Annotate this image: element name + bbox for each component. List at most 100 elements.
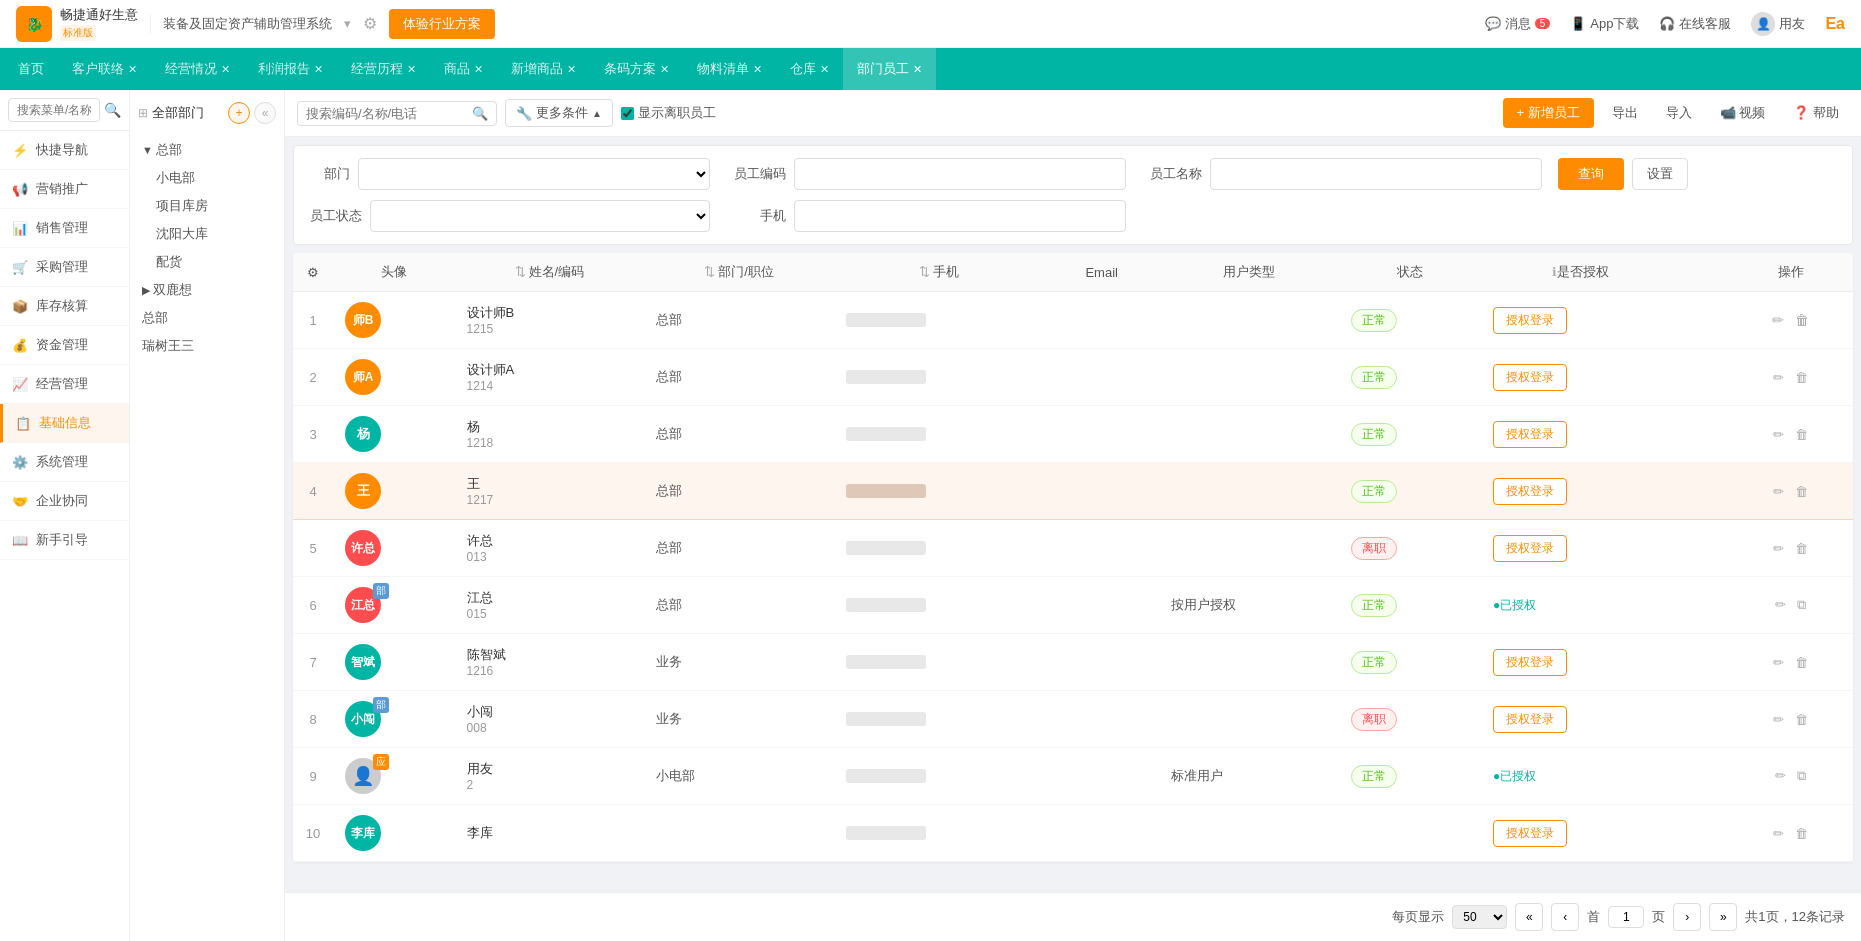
close-icon[interactable]: ✕ [474, 63, 483, 76]
delete-icon[interactable]: 🗑 [1795, 370, 1808, 385]
delete-icon[interactable]: 🗑 [1795, 484, 1808, 499]
col-dept[interactable]: ⇅部门/职位 [644, 253, 834, 292]
dept-add-btn[interactable]: + [228, 102, 250, 124]
tab-warehouse[interactable]: 仓库 ✕ [776, 48, 843, 90]
per-page-select[interactable]: 50 20 100 [1452, 905, 1507, 929]
help-button[interactable]: ❓ 帮助 [1783, 98, 1849, 128]
sidebar-item-basic-info[interactable]: 📋 基础信息 [0, 404, 129, 443]
dropdown-arrow-icon[interactable]: ▾ [344, 16, 351, 31]
edit-icon[interactable]: ✏ [1773, 484, 1784, 499]
first-page-btn[interactable]: « [1515, 903, 1543, 931]
sidebar-item-quick-nav[interactable]: ⚡ 快捷导航 [0, 131, 129, 170]
close-icon[interactable]: ✕ [913, 63, 922, 76]
import-button[interactable]: 导入 [1656, 98, 1702, 128]
app-download-btn[interactable]: 📱 App下载 [1570, 15, 1639, 33]
col-phone[interactable]: ⇅手机 [834, 253, 1045, 292]
close-icon[interactable]: ✕ [314, 63, 323, 76]
edit-icon[interactable]: ✏ [1773, 427, 1784, 442]
col-settings[interactable]: ⚙ [293, 253, 333, 292]
delete-icon[interactable]: 🗑 [1795, 826, 1808, 841]
online-service-btn[interactable]: 🎧 在线客服 [1659, 15, 1731, 33]
page-input[interactable] [1608, 906, 1644, 928]
edit-icon[interactable]: ✏ [1772, 312, 1784, 328]
sidebar-item-purchase[interactable]: 🛒 采购管理 [0, 248, 129, 287]
dept-select[interactable] [358, 158, 710, 190]
delete-icon[interactable]: 🗑 [1795, 712, 1808, 727]
delete-icon[interactable]: 🗑 [1795, 427, 1808, 442]
sidebar-item-sales[interactable]: 📊 销售管理 [0, 209, 129, 248]
delete-icon[interactable]: 🗑 [1795, 541, 1808, 556]
add-employee-button[interactable]: + 新增员工 [1503, 98, 1594, 128]
employee-status-select[interactable] [370, 200, 710, 232]
col-name[interactable]: ⇅姓名/编码 [455, 253, 645, 292]
edit-icon[interactable]: ✏ [1773, 370, 1784, 385]
settings-button[interactable]: 设置 [1632, 158, 1688, 190]
query-button[interactable]: 查询 [1558, 158, 1624, 190]
last-page-btn[interactable]: » [1709, 903, 1737, 931]
employee-name-input[interactable] [1210, 158, 1542, 190]
dept-item-rui[interactable]: 瑞树王三 [138, 332, 276, 360]
phone-input[interactable] [794, 200, 1126, 232]
sidebar-item-inventory[interactable]: 📦 库存核算 [0, 287, 129, 326]
tab-goods[interactable]: 商品 ✕ [430, 48, 497, 90]
prev-page-btn[interactable]: ‹ [1551, 903, 1579, 931]
auth-button[interactable]: 授权登录 [1493, 706, 1567, 733]
auth-button[interactable]: 授权登录 [1493, 535, 1567, 562]
sidebar-item-guide[interactable]: 📖 新手引导 [0, 521, 129, 560]
edit-icon[interactable]: ✏ [1773, 826, 1784, 841]
trial-button[interactable]: 体验行业方案 [389, 9, 495, 39]
video-button[interactable]: 📹 视频 [1710, 98, 1776, 128]
tab-barcode[interactable]: 条码方案 ✕ [590, 48, 683, 90]
tab-profit[interactable]: 利润报告 ✕ [244, 48, 337, 90]
search-icon[interactable]: 🔍 [472, 106, 488, 121]
edit-icon[interactable]: ✏ [1773, 541, 1784, 556]
copy-icon[interactable]: ⧉ [1797, 597, 1806, 612]
sidebar-item-marketing[interactable]: 📢 营销推广 [0, 170, 129, 209]
show-resigned-checkbox[interactable]: 显示离职员工 [621, 104, 716, 122]
close-icon[interactable]: ✕ [753, 63, 762, 76]
tab-home[interactable]: 首页 [4, 48, 58, 90]
copy-icon[interactable]: ⧉ [1797, 768, 1806, 783]
dept-item-electronics[interactable]: 小电部 [152, 164, 276, 192]
message-btn[interactable]: 💬 消息 5 [1485, 15, 1551, 33]
close-icon[interactable]: ✕ [407, 63, 416, 76]
search-menu-input[interactable] [8, 98, 100, 122]
sidebar-item-business[interactable]: 📈 经营管理 [0, 365, 129, 404]
edit-icon[interactable]: ✏ [1773, 712, 1784, 727]
tab-business[interactable]: 经营情况 ✕ [151, 48, 244, 90]
auth-button[interactable]: 授权登录 [1493, 421, 1567, 448]
tab-history[interactable]: 经营历程 ✕ [337, 48, 430, 90]
delete-icon[interactable]: 🗑 [1795, 312, 1809, 328]
auth-button[interactable]: 授权登录 [1493, 478, 1567, 505]
tab-department[interactable]: 部门员工 ✕ [843, 48, 936, 90]
search-input[interactable] [306, 106, 466, 121]
dept-item-general[interactable]: ▼总部 [138, 136, 276, 164]
close-icon[interactable]: ✕ [820, 63, 829, 76]
col-settings-icon[interactable]: ⚙ [307, 265, 319, 280]
dept-collapse-btn[interactable]: « [254, 102, 276, 124]
export-button[interactable]: 导出 [1602, 98, 1648, 128]
dept-item-hq[interactable]: 总部 [138, 304, 276, 332]
next-page-btn[interactable]: › [1673, 903, 1701, 931]
tab-customer[interactable]: 客户联络 ✕ [58, 48, 151, 90]
settings-icon[interactable]: ⚙ [363, 14, 377, 33]
close-icon[interactable]: ✕ [660, 63, 669, 76]
dept-item-shenyang[interactable]: 沈阳大库 [152, 220, 276, 248]
auth-button[interactable]: 授权登录 [1493, 820, 1567, 847]
sidebar-item-finance[interactable]: 💰 资金管理 [0, 326, 129, 365]
edit-icon[interactable]: ✏ [1775, 768, 1786, 783]
dept-item-shuanglu[interactable]: ▶双鹿想 [138, 276, 276, 304]
employee-code-input[interactable] [794, 158, 1126, 190]
edit-icon[interactable]: ✏ [1775, 597, 1786, 612]
more-conditions-btn[interactable]: 🔧 更多条件 ▲ [505, 99, 613, 127]
delete-icon[interactable]: 🗑 [1795, 655, 1808, 670]
tab-bom[interactable]: 物料清单 ✕ [683, 48, 776, 90]
auth-button[interactable]: 授权登录 [1493, 364, 1567, 391]
dept-item-project[interactable]: 项目库房 [152, 192, 276, 220]
user-area[interactable]: 👤 用友 [1751, 12, 1805, 36]
dept-item-distribution[interactable]: 配货 [152, 248, 276, 276]
auth-button[interactable]: 授权登录 [1493, 307, 1567, 334]
edit-icon[interactable]: ✏ [1773, 655, 1784, 670]
sidebar-item-cooperation[interactable]: 🤝 企业协同 [0, 482, 129, 521]
auth-button[interactable]: 授权登录 [1493, 649, 1567, 676]
